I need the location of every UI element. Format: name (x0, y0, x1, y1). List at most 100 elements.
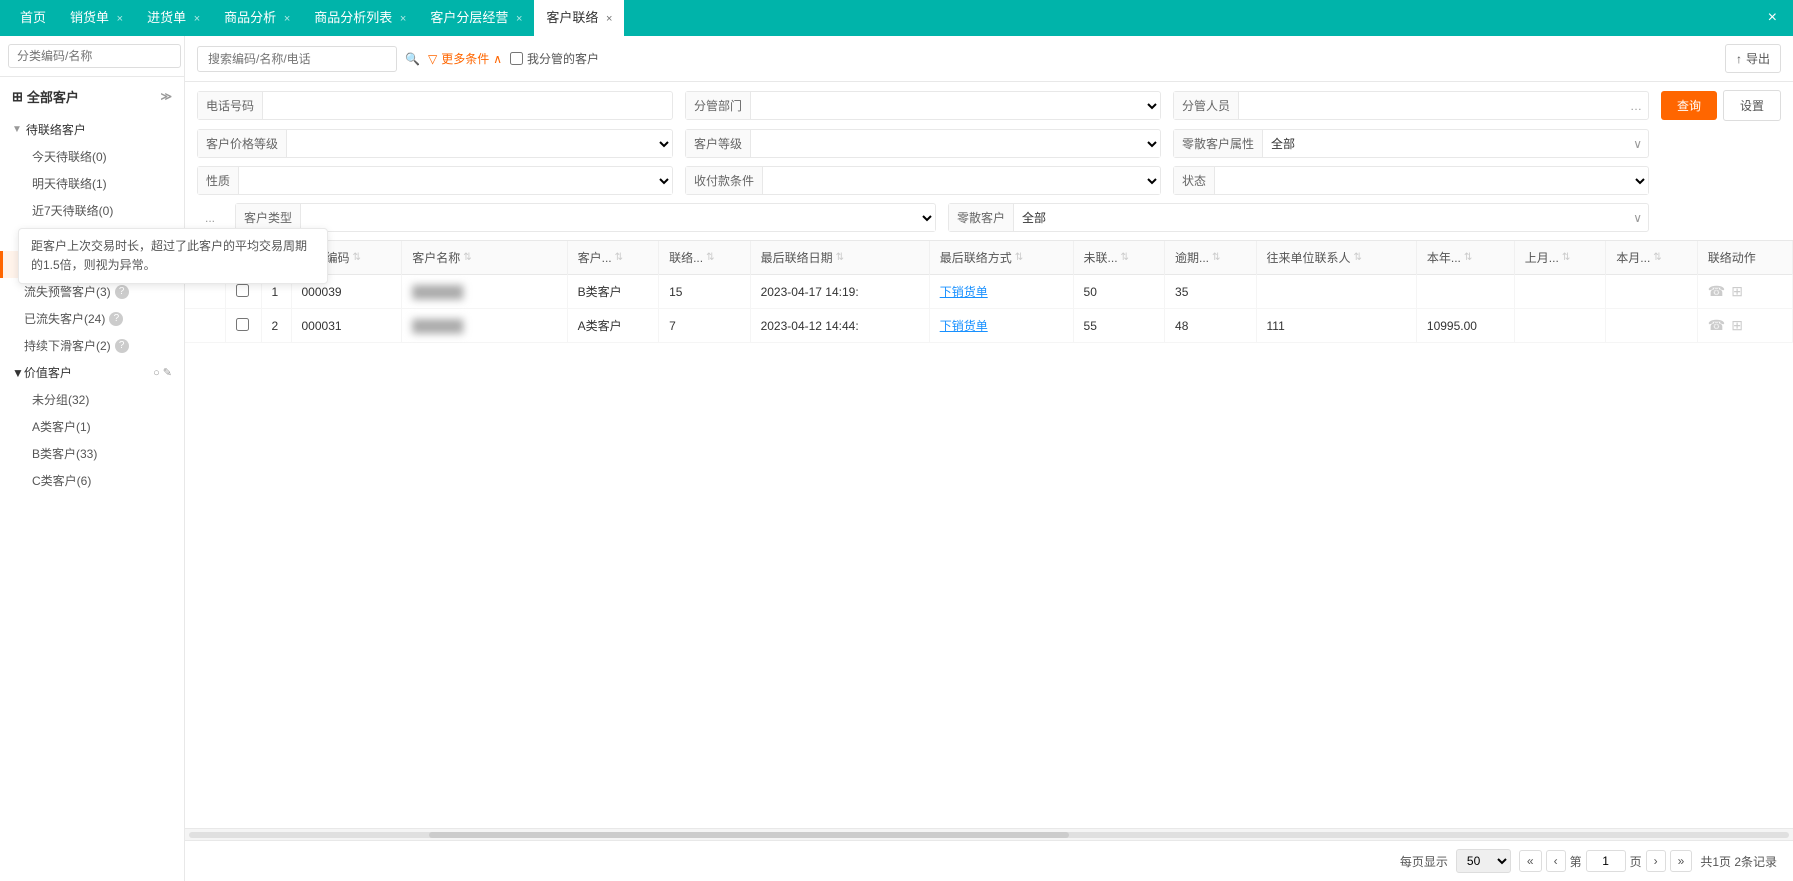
th-overdue[interactable]: 逾期... ⇅ (1165, 241, 1256, 275)
sort-name-icon[interactable]: ⇅ (463, 252, 471, 263)
page-size-select[interactable]: 50 100 200 (1456, 849, 1511, 873)
filter-status-select[interactable] (1215, 168, 1648, 194)
filter-phone-input[interactable] (263, 94, 672, 118)
th-name[interactable]: 客户名称 ⇅ (402, 241, 567, 275)
th-this-month[interactable]: 本月... ⇅ (1606, 241, 1697, 275)
td-last-method-0[interactable]: 下销货单 (929, 275, 1073, 309)
value-edit-icons[interactable]: ○ ✎ (153, 366, 172, 379)
sort-this-month-icon[interactable]: ⇅ (1653, 252, 1661, 263)
sort-this-year-icon[interactable]: ⇅ (1464, 252, 1472, 263)
sidebar-item-ungroup[interactable]: 未分组(32) (0, 386, 184, 413)
sidebar-item-tomorrow-pending[interactable]: 明天待联络(1) (0, 170, 184, 197)
already-lost-info-icon[interactable]: ? (109, 312, 123, 326)
contact-icon-0[interactable]: ☎ (1708, 283, 1725, 300)
export-button[interactable]: ↑ 导出 (1725, 44, 1781, 73)
nav-product-analysis-list[interactable]: 商品分析列表 × (302, 0, 418, 36)
page-number-input[interactable] (1586, 850, 1626, 872)
my-customers-checkbox-label[interactable]: 我分管的客户 (510, 50, 599, 67)
nav-product-analysis[interactable]: 商品分析 × (212, 0, 302, 36)
td-checkbox-1[interactable] (225, 309, 261, 343)
sort-code-icon[interactable]: ⇅ (353, 252, 361, 263)
nav-home[interactable]: 首页 (8, 0, 58, 36)
collapse-icon[interactable]: ≫ (160, 90, 172, 103)
th-this-year[interactable]: 本年... ⇅ (1416, 241, 1514, 275)
more-action-icon-1[interactable]: ⊞ (1731, 317, 1743, 334)
sidebar-item-a-class[interactable]: A类客户(1) (0, 413, 184, 440)
th-last-contact-date[interactable]: 最后联络日期 ⇅ (750, 241, 929, 275)
more-dots-button[interactable]: ... (197, 206, 223, 230)
tooltip-box: 距客户上次交易时长，超过了此客户的平均交易周期的1.5倍，则视为异常。 (18, 228, 328, 284)
sidebar-item-continuous-down[interactable]: 持续下滑客户(2) ? (0, 332, 184, 359)
close-purchase-order-icon[interactable]: × (194, 13, 200, 25)
next-page-button[interactable]: › (1646, 850, 1666, 872)
filter-customer-type-select[interactable] (301, 205, 935, 231)
th-type[interactable]: 客户... ⇅ (567, 241, 658, 275)
nav-customer-contact[interactable]: 客户联络 × (534, 0, 624, 36)
th-contact-count[interactable]: 联络... ⇅ (659, 241, 750, 275)
scroll-thumb[interactable] (429, 832, 1069, 838)
filter-customer-type: 客户类型 (235, 203, 936, 232)
sort-last-month-icon[interactable]: ⇅ (1562, 252, 1570, 263)
retail-customer-arrow[interactable]: ∨ (1627, 211, 1648, 225)
arrow-down-icon: ▼ (12, 124, 22, 135)
td-last-method-1[interactable]: 下销货单 (929, 309, 1073, 343)
sidebar-pending-group[interactable]: ▼ 待联络客户 (0, 116, 184, 143)
manager-more-icon[interactable]: … (1624, 99, 1648, 113)
sidebar-item-c-class[interactable]: C类客户(6) (0, 467, 184, 494)
lost-potential-info-icon[interactable]: ? (115, 285, 129, 299)
filter-manager-input[interactable] (1239, 94, 1624, 118)
more-action-icon-0[interactable]: ⊞ (1731, 283, 1743, 300)
settings-button[interactable]: 设置 (1723, 90, 1781, 121)
sort-overdue-icon[interactable]: ⇅ (1212, 252, 1220, 263)
sort-last-date-icon[interactable]: ⇅ (836, 252, 844, 263)
filter-price-level-select[interactable] (287, 131, 672, 157)
more-conditions-button[interactable]: ▽ 更多条件 ∧ (428, 50, 502, 67)
th-contact-person[interactable]: 往来单位联系人 ⇅ (1256, 241, 1416, 275)
contact-icon-1[interactable]: ☎ (1708, 317, 1725, 334)
query-button[interactable]: 查询 (1661, 91, 1717, 120)
search-button[interactable]: 🔍 (405, 52, 420, 66)
sidebar-value-group-header[interactable]: ▼ 价值客户 ○ ✎ (0, 359, 184, 386)
sort-contact-count-icon[interactable]: ⇅ (706, 252, 714, 263)
continuous-down-info-icon[interactable]: ? (115, 339, 129, 353)
filter-gender-select[interactable] (239, 168, 672, 194)
th-unpaid[interactable]: 未联... ⇅ (1073, 241, 1164, 275)
filter-payment-terms-select[interactable] (763, 168, 1160, 194)
horizontal-scrollbar[interactable] (185, 828, 1793, 840)
first-page-button[interactable]: « (1519, 850, 1542, 872)
sort-unpaid-icon[interactable]: ⇅ (1121, 252, 1129, 263)
th-last-contact-method[interactable]: 最后联络方式 ⇅ (929, 241, 1073, 275)
sort-contact-person-icon[interactable]: ⇅ (1354, 252, 1362, 263)
th-last-month[interactable]: 上月... ⇅ (1514, 241, 1605, 275)
last-page-button[interactable]: » (1670, 850, 1693, 872)
sidebar-search-input[interactable] (8, 44, 181, 68)
prev-page-button[interactable]: ‹ (1546, 850, 1566, 872)
close-customer-contact-icon[interactable]: × (606, 13, 612, 25)
nav-purchase-order[interactable]: 进货单 × (135, 0, 212, 36)
td-name-1[interactable]: ██████ (402, 309, 567, 343)
row-checkbox-0[interactable] (236, 284, 249, 297)
row-checkbox-1[interactable] (236, 318, 249, 331)
sidebar-item-today-pending[interactable]: 今天待联络(0) (0, 143, 184, 170)
close-customer-tier-icon[interactable]: × (516, 13, 522, 25)
search-input[interactable] (197, 46, 397, 72)
my-customers-checkbox[interactable] (510, 52, 523, 65)
close-product-analysis-icon[interactable]: × (284, 13, 290, 25)
sort-last-method-icon[interactable]: ⇅ (1015, 252, 1023, 263)
table-body: 1 000039 ██████ B类客户 15 2023-04-17 14:19… (185, 275, 1793, 343)
filter-customer-level-select[interactable] (751, 131, 1160, 157)
filter-department-select[interactable] (751, 93, 1160, 119)
sort-type-icon[interactable]: ⇅ (615, 252, 623, 263)
nav-sales-order[interactable]: 销货单 × (58, 0, 135, 36)
nav-customer-tier[interactable]: 客户分层经营 × (418, 0, 534, 36)
retail-attr-arrow[interactable]: ∨ (1627, 137, 1648, 151)
window-close-button[interactable]: × (1760, 9, 1785, 27)
sidebar-item-b-class[interactable]: B类客户(33) (0, 440, 184, 467)
sidebar-item-already-lost[interactable]: 已流失客户(24) ? (0, 305, 184, 332)
sidebar-item-week-pending[interactable]: 近7天待联络(0) (0, 197, 184, 224)
td-name-0[interactable]: ██████ (402, 275, 567, 309)
td-overdue-0: 35 (1165, 275, 1256, 309)
close-sales-order-icon[interactable]: × (117, 13, 123, 25)
close-product-analysis-list-icon[interactable]: × (400, 13, 406, 25)
sidebar-all-customers-header[interactable]: ⊞ 全部客户 ≫ (0, 81, 184, 112)
